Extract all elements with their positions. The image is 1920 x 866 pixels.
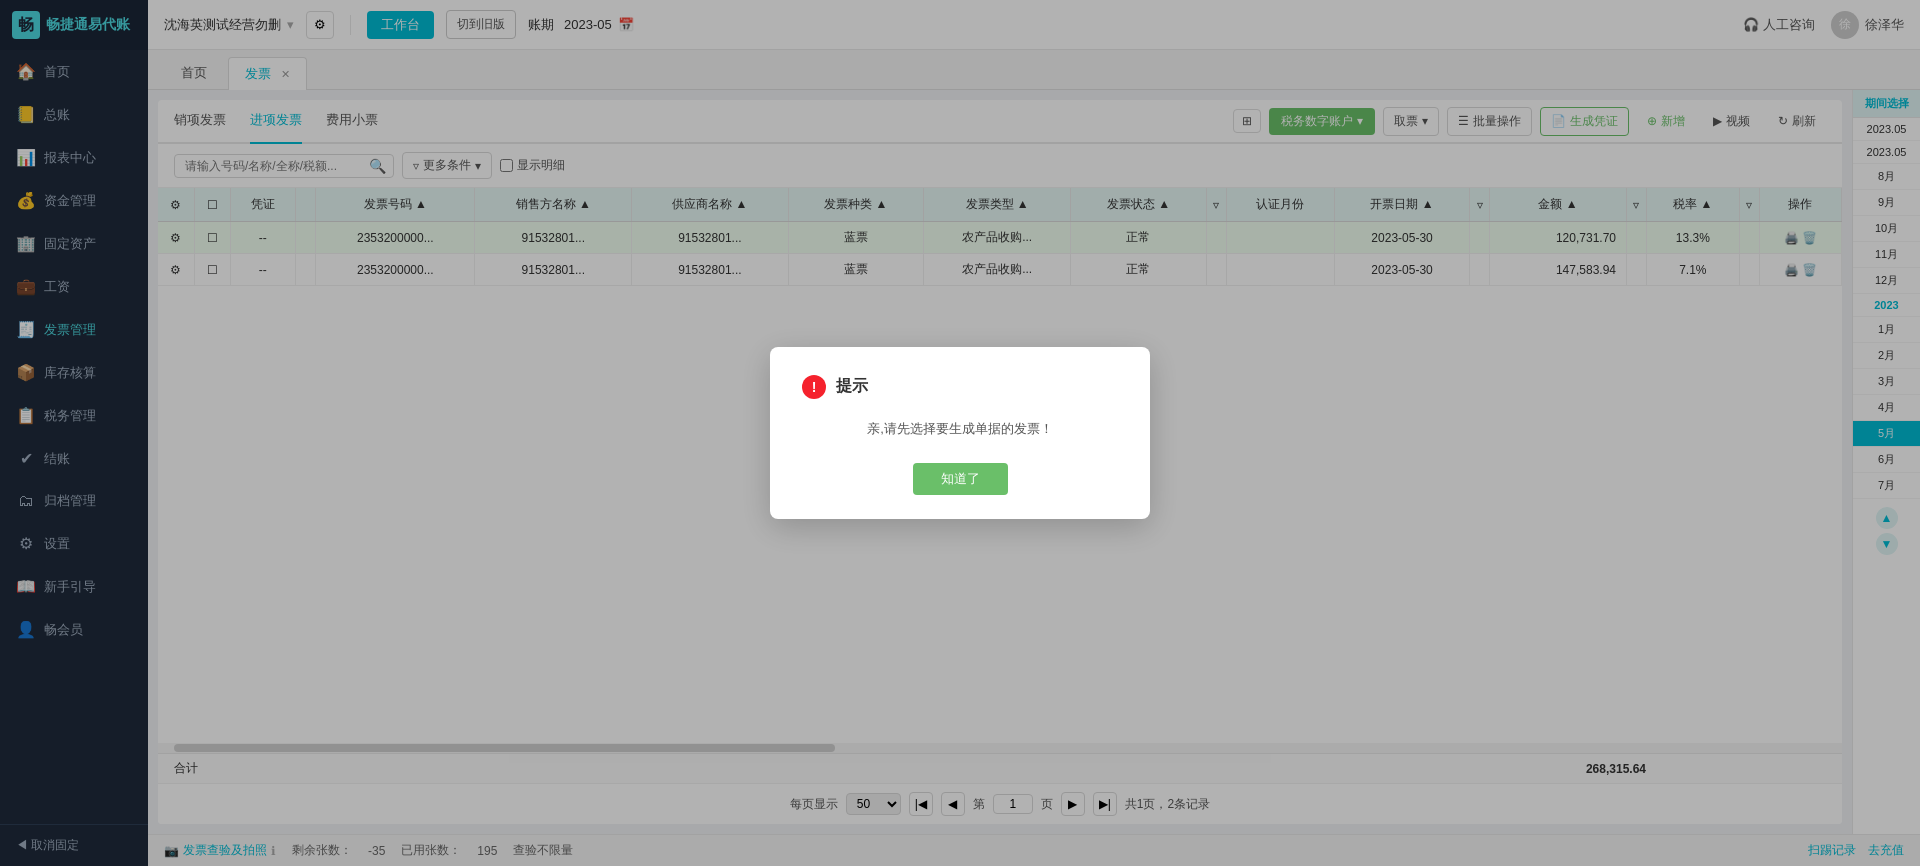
modal-overlay[interactable]: ! 提示 亲,请先选择要生成单据的发票！ 知道了 (0, 0, 1920, 866)
modal-dialog: ! 提示 亲,请先选择要生成单据的发票！ 知道了 (770, 347, 1150, 520)
modal-warning-icon: ! (802, 375, 826, 399)
modal-message: 亲,请先选择要生成单据的发票！ (802, 419, 1118, 440)
modal-header: ! 提示 (802, 375, 1118, 399)
modal-footer: 知道了 (802, 463, 1118, 495)
modal-title: 提示 (836, 376, 868, 397)
modal-ok-button[interactable]: 知道了 (913, 463, 1008, 495)
